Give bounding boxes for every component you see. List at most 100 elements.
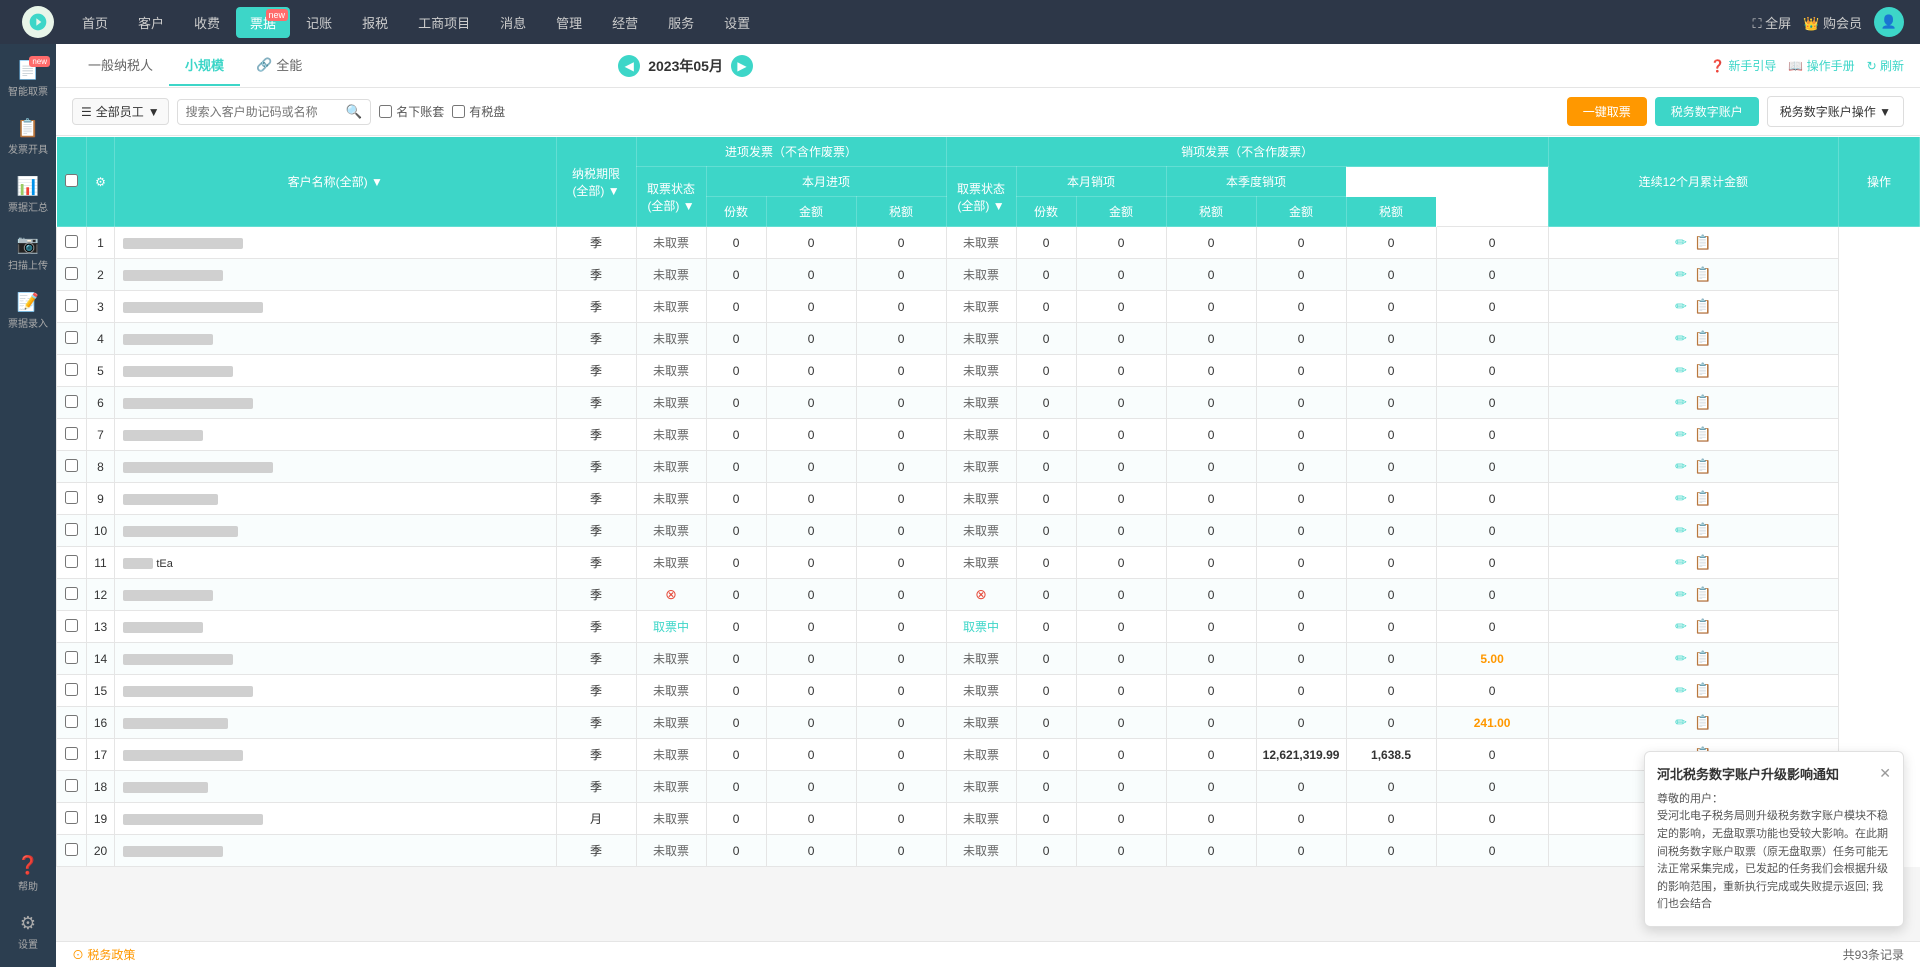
copy-btn[interactable]: 📋 (1692, 392, 1713, 413)
tax-digital-ops-btn[interactable]: 税务数字账户操作 ▼ (1767, 96, 1904, 127)
one-click-btn[interactable]: 一键取票 (1567, 97, 1647, 126)
edit-btn[interactable]: ✏ (1673, 712, 1689, 733)
row-checkbox[interactable] (57, 579, 87, 611)
edit-btn[interactable]: ✏ (1673, 616, 1689, 637)
in-status-header[interactable]: 取票状态(全部) ▼ (636, 167, 706, 227)
tax-digital-btn[interactable]: 税务数字账户 (1655, 97, 1759, 126)
sidebar-bottom-帮助[interactable]: ❓帮助 (2, 847, 54, 901)
quota-header[interactable]: 纳税期限(全部) ▼ (556, 137, 636, 227)
copy-btn[interactable]: 📋 (1692, 360, 1713, 381)
copy-btn[interactable]: 📋 (1692, 488, 1713, 509)
nav-item-客户[interactable]: 客户 (124, 7, 178, 38)
tab-xiaogui[interactable]: 小规模 (169, 45, 240, 86)
copy-btn[interactable]: 📋 (1692, 424, 1713, 445)
edit-btn[interactable]: ✏ (1673, 488, 1689, 509)
edit-btn[interactable]: ✏ (1673, 424, 1689, 445)
nav-item-收费[interactable]: 收费 (180, 7, 234, 38)
row-checkbox[interactable] (57, 771, 87, 803)
edit-btn[interactable]: ✏ (1673, 456, 1689, 477)
refresh-link[interactable]: ↻ 刷新 (1867, 57, 1904, 74)
member-btn[interactable]: 👑 购会员 (1803, 13, 1862, 32)
nav-item-经营[interactable]: 经营 (598, 7, 652, 38)
edit-btn[interactable]: ✏ (1673, 264, 1689, 285)
accounts-checkbox[interactable] (379, 105, 392, 118)
nav-item-服务[interactable]: 服务 (654, 7, 708, 38)
taxdisk-checkbox[interactable] (452, 105, 465, 118)
nav-item-票据[interactable]: 票据new (236, 7, 290, 38)
row-checkbox[interactable] (57, 291, 87, 323)
copy-btn[interactable]: 📋 (1692, 616, 1713, 637)
copy-btn[interactable]: 📋 (1692, 232, 1713, 253)
edit-btn[interactable]: ✏ (1673, 296, 1689, 317)
row-checkbox[interactable] (57, 611, 87, 643)
row-checkbox[interactable] (57, 515, 87, 547)
edit-btn[interactable]: ✏ (1673, 360, 1689, 381)
tab-yiban[interactable]: 一般纳税人 (72, 45, 169, 86)
sidebar-item-智能取票[interactable]: 📄智能取票new (2, 52, 54, 106)
row-checkbox[interactable] (57, 675, 87, 707)
row-checkbox[interactable] (57, 739, 87, 771)
row-checkbox[interactable] (57, 483, 87, 515)
nav-item-消息[interactable]: 消息 (486, 7, 540, 38)
edit-btn[interactable]: ✏ (1673, 552, 1689, 573)
check-all-header[interactable] (57, 137, 87, 227)
nav-item-报税[interactable]: 报税 (348, 7, 402, 38)
date-next-btn[interactable]: ▶ (731, 55, 753, 77)
copy-btn[interactable]: 📋 (1692, 520, 1713, 541)
employee-select[interactable]: ☰ 全部员工 ▼ (72, 98, 169, 125)
edit-btn[interactable]: ✏ (1673, 232, 1689, 253)
nav-item-首页[interactable]: 首页 (68, 7, 122, 38)
sidebar-item-票据汇总[interactable]: 📊票据汇总 (2, 168, 54, 222)
row-checkbox[interactable] (57, 835, 87, 867)
copy-btn[interactable]: 📋 (1692, 648, 1713, 669)
sidebar-item-发票开具[interactable]: 📋发票开具 (2, 110, 54, 164)
row-checkbox[interactable] (57, 387, 87, 419)
nav-item-工商项目[interactable]: 工商项目 (404, 7, 484, 38)
popup-close-btn[interactable]: ✕ (1879, 765, 1891, 782)
row-checkbox[interactable] (57, 227, 87, 259)
sidebar-item-扫描上传[interactable]: 📷扫描上传 (2, 226, 54, 280)
copy-btn[interactable]: 📋 (1692, 296, 1713, 317)
fullscreen-btn[interactable]: ⛶ 全屏 (1752, 13, 1791, 32)
copy-btn[interactable]: 📋 (1692, 712, 1713, 733)
customer-name-header[interactable]: 客户名称(全部) ▼ (115, 137, 557, 227)
copy-btn[interactable]: 📋 (1692, 552, 1713, 573)
copy-btn[interactable]: 📋 (1692, 456, 1713, 477)
tab-quanneng[interactable]: 🔗全能 (240, 45, 318, 86)
out-status-header[interactable]: 取票状态(全部) ▼ (946, 167, 1016, 227)
edit-btn[interactable]: ✏ (1673, 328, 1689, 349)
user-avatar[interactable]: 👤 (1874, 7, 1904, 37)
tax-policy-link[interactable]: ⊙ 税务政策 (72, 946, 135, 963)
copy-btn[interactable]: 📋 (1692, 584, 1713, 605)
row-checkbox[interactable] (57, 547, 87, 579)
copy-btn[interactable]: 📋 (1692, 328, 1713, 349)
date-prev-btn[interactable]: ◀ (618, 55, 640, 77)
row-checkbox[interactable] (57, 643, 87, 675)
row-checkbox[interactable] (57, 707, 87, 739)
copy-btn[interactable]: 📋 (1692, 680, 1713, 701)
checkbox-accounts[interactable]: 名下账套 (379, 103, 444, 120)
edit-btn[interactable]: ✏ (1673, 392, 1689, 413)
row-checkbox[interactable] (57, 451, 87, 483)
nav-item-设置[interactable]: 设置 (710, 7, 764, 38)
nav-item-记账[interactable]: 记账 (292, 7, 346, 38)
search-button[interactable]: 🔍 (346, 104, 363, 120)
edit-btn[interactable]: ✏ (1673, 648, 1689, 669)
edit-btn[interactable]: ✏ (1673, 584, 1689, 605)
sidebar-item-票据录入[interactable]: 📝票据录入 (2, 284, 54, 338)
row-checkbox[interactable] (57, 419, 87, 451)
search-input[interactable] (186, 105, 346, 119)
new-guide-link[interactable]: ❓ 新手引导 (1710, 57, 1776, 74)
row-checkbox[interactable] (57, 323, 87, 355)
row-checkbox[interactable] (57, 259, 87, 291)
edit-btn[interactable]: ✏ (1673, 520, 1689, 541)
edit-btn[interactable]: ✏ (1673, 680, 1689, 701)
sidebar-bottom-设置[interactable]: ⚙设置 (2, 905, 54, 959)
checkbox-taxdisk[interactable]: 有税盘 (452, 103, 505, 120)
nav-item-管理[interactable]: 管理 (542, 7, 596, 38)
copy-btn[interactable]: 📋 (1692, 264, 1713, 285)
check-all[interactable] (65, 174, 78, 187)
manual-link[interactable]: 📖 操作手册 (1788, 57, 1854, 74)
row-checkbox[interactable] (57, 355, 87, 387)
row-checkbox[interactable] (57, 803, 87, 835)
